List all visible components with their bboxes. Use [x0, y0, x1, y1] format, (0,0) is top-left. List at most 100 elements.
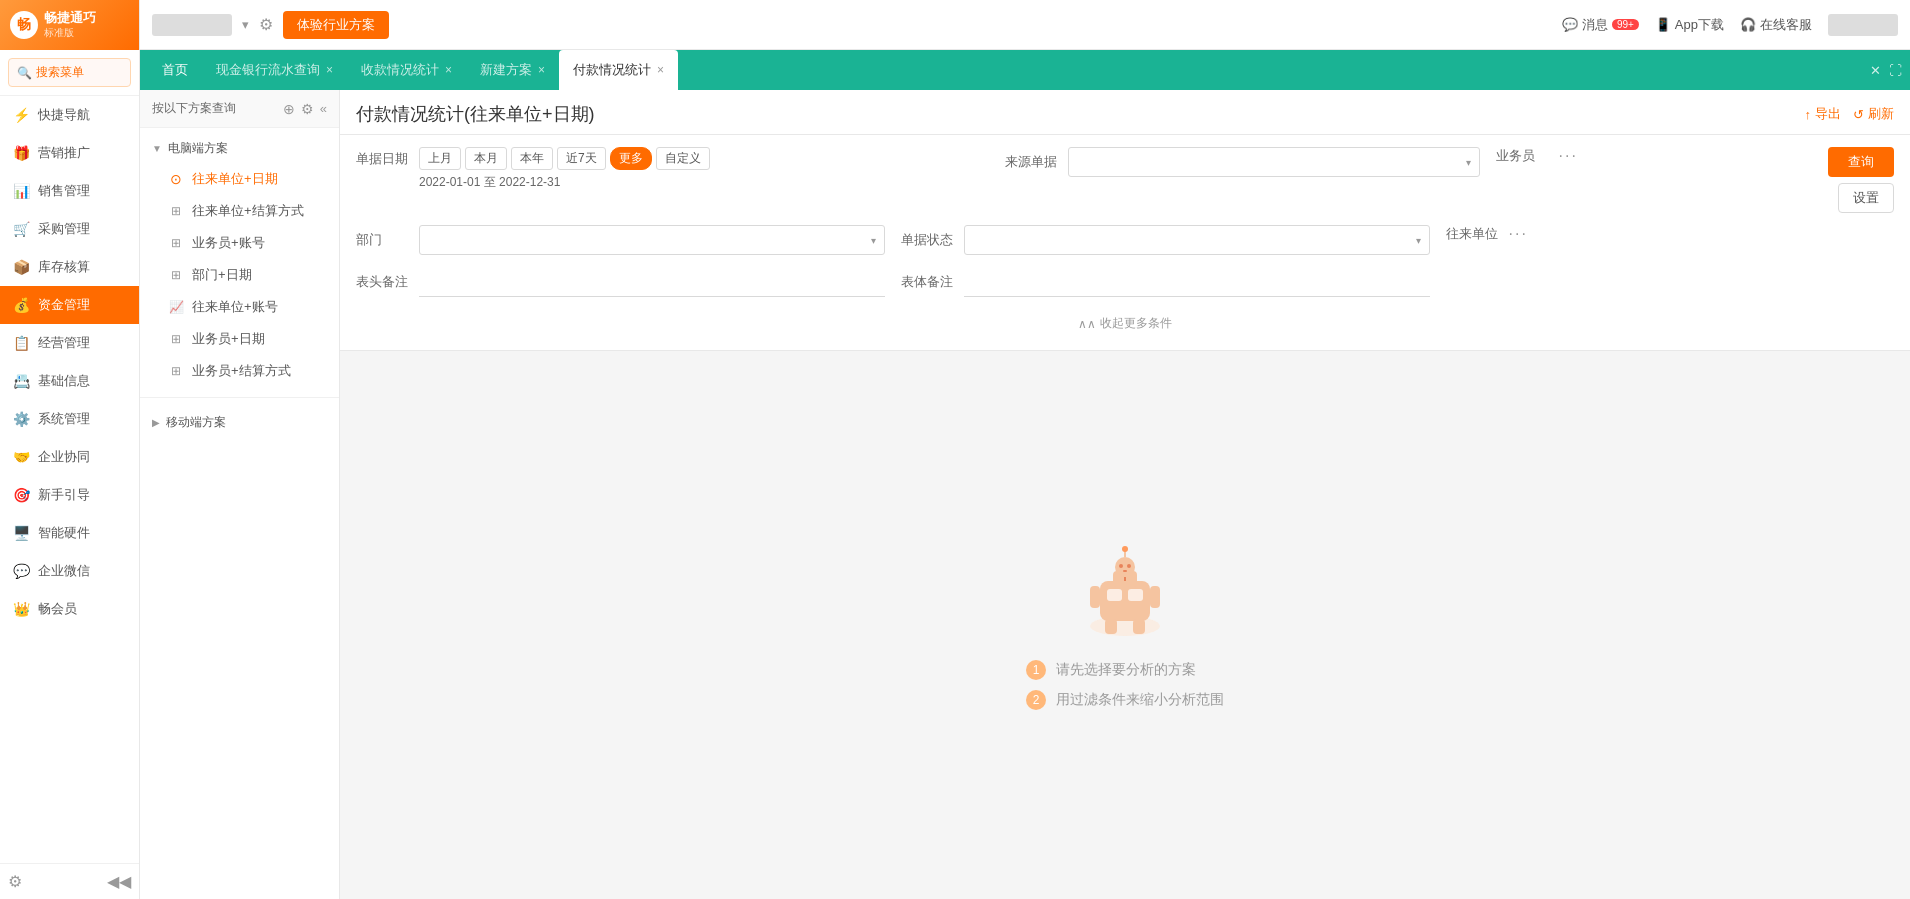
scheme-item-partner-settle[interactable]: ⊞ 往来单位+结算方式 [140, 195, 339, 227]
app-download-action[interactable]: 📱 App下载 [1655, 16, 1724, 34]
dept-select[interactable]: ▾ [419, 225, 885, 255]
page-header: 付款情况统计(往来单位+日期) ↑ 导出 ↺ 刷新 [340, 90, 1910, 135]
logo-text: 畅捷通巧 标准版 [44, 10, 96, 40]
online-service-action[interactable]: 🎧 在线客服 [1740, 16, 1812, 34]
trial-industry-button[interactable]: 体验行业方案 [283, 11, 389, 39]
tab-new-scheme[interactable]: 新建方案 × [466, 50, 559, 90]
scheme-group-mobile-label: 移动端方案 [166, 414, 226, 431]
operation-icon: 📋 [12, 334, 30, 352]
online-service-label: 在线客服 [1760, 16, 1812, 34]
filter-actions: 查询 设置 [1828, 147, 1894, 213]
svg-rect-8 [1123, 570, 1127, 572]
search-menu-button[interactable]: 🔍 搜索菜单 [8, 58, 131, 87]
collapse-scheme-panel-icon[interactable]: « [320, 101, 327, 116]
sidebar-item-operation[interactable]: 📋 经营管理 [0, 324, 139, 362]
scheme-item-partner-account[interactable]: 📈 往来单位+账号 [140, 291, 339, 323]
maximize-icon[interactable]: ⛶ [1889, 63, 1902, 78]
tab-payment-close[interactable]: × [657, 63, 664, 77]
svg-rect-2 [1107, 589, 1122, 601]
scheme-group-mobile-header[interactable]: ▶ 移动端方案 [140, 408, 339, 437]
setting-button[interactable]: 设置 [1838, 183, 1894, 213]
tab-new-scheme-close[interactable]: × [538, 63, 545, 77]
scheme-group-mobile: ▶ 移动端方案 [140, 402, 339, 443]
staff-filter-label: 业务员 [1496, 147, 1551, 165]
export-button[interactable]: ↑ 导出 [1805, 105, 1842, 123]
scheme-item-staff-settle[interactable]: ⊞ 业务员+结算方式 [140, 355, 339, 387]
sidebar-item-member[interactable]: 👑 畅会员 [0, 590, 139, 628]
tab-cashflow[interactable]: 现金银行流水查询 × [202, 50, 347, 90]
tab-payment-stats[interactable]: 付款情况统计 × [559, 50, 678, 90]
body-note-input[interactable] [964, 267, 1430, 297]
collapse-more-conditions-btn[interactable]: ∧∧ 收起更多条件 [1072, 309, 1178, 338]
scheme-item-staff-date[interactable]: ⊞ 业务员+日期 [140, 323, 339, 355]
sidebar-item-sales-label: 销售管理 [38, 182, 90, 200]
member-icon: 👑 [12, 600, 30, 618]
tab-receipt-close[interactable]: × [445, 63, 452, 77]
collapse-sidebar-icon[interactable]: ◀◀ [107, 872, 131, 891]
sidebar-item-wechat[interactable]: 💬 企业微信 [0, 552, 139, 590]
filter-source-item: 来源单据 ▾ [1005, 147, 1480, 177]
settings-footer-icon[interactable]: ⚙ [8, 872, 22, 891]
hint-text-1: 请先选择要分析的方案 [1056, 661, 1196, 679]
this-year-btn[interactable]: 本年 [511, 147, 553, 170]
scheme-item-staff-date-label: 业务员+日期 [192, 330, 265, 348]
sidebar-item-purchase[interactable]: 🛒 采购管理 [0, 210, 139, 248]
scheme-item-dept-date-label: 部门+日期 [192, 266, 252, 284]
filter-body-note-item: 表体备注 [901, 267, 1430, 297]
page-title: 付款情况统计(往来单位+日期) [356, 102, 595, 126]
custom-date-btn[interactable]: 自定义 [656, 147, 710, 170]
this-month-btn[interactable]: 本月 [465, 147, 507, 170]
tab-receipt-stats[interactable]: 收款情况统计 × [347, 50, 466, 90]
svg-rect-9 [1090, 586, 1100, 608]
more-date-btn[interactable]: 更多 [610, 147, 652, 170]
sales-icon: 📊 [12, 182, 30, 200]
topbar-user-info [1828, 14, 1898, 36]
sidebar-item-inventory[interactable]: 📦 库存核算 [0, 248, 139, 286]
sidebar-search-area: 🔍 搜索菜单 [0, 50, 139, 96]
sidebar-item-shortcut[interactable]: ⚡ 快捷导航 [0, 96, 139, 134]
sidebar-item-marketing[interactable]: 🎁 营销推广 [0, 134, 139, 172]
staff-select-dots[interactable]: ··· [1559, 147, 1578, 165]
topbar-dropdown-arrow[interactable]: ▾ [242, 17, 249, 32]
scheme-item-partner-date[interactable]: ⊙ 往来单位+日期 [140, 163, 339, 195]
header-note-input[interactable] [419, 267, 885, 297]
sidebar-item-capital-label: 资金管理 [38, 296, 90, 314]
collapse-chevron-icon: ∧∧ [1078, 317, 1096, 331]
sidebar-footer: ⚙ ◀◀ [0, 863, 139, 899]
tab-home[interactable]: 首页 [148, 50, 202, 90]
sidebar-item-hardware[interactable]: 🖥️ 智能硬件 [0, 514, 139, 552]
sidebar-item-enterprise[interactable]: 🤝 企业协同 [0, 438, 139, 476]
close-all-tabs-icon[interactable]: ✕ [1870, 63, 1881, 78]
right-panel: 付款情况统计(往来单位+日期) ↑ 导出 ↺ 刷新 [340, 90, 1910, 899]
sidebar-item-inventory-label: 库存核算 [38, 258, 90, 276]
doc-status-select[interactable]: ▾ [964, 225, 1430, 255]
filter-header-note-item: 表头备注 [356, 267, 885, 297]
svg-rect-12 [1133, 619, 1145, 634]
messages-action[interactable]: 💬 消息 99+ [1562, 16, 1639, 34]
query-button[interactable]: 查询 [1828, 147, 1894, 177]
scheme-item-staff-account[interactable]: ⊞ 业务员+账号 [140, 227, 339, 259]
sidebar-item-capital[interactable]: 💰 资金管理 [0, 286, 139, 324]
scheme-item-partner-date-label: 往来单位+日期 [192, 170, 278, 188]
scheme-settings-icon[interactable]: ⚙ [301, 101, 314, 117]
refresh-button[interactable]: ↺ 刷新 [1853, 105, 1894, 123]
sidebar-item-sales[interactable]: 📊 销售管理 [0, 172, 139, 210]
sidebar-item-guide[interactable]: 🎯 新手引导 [0, 476, 139, 514]
source-select[interactable]: ▾ [1068, 147, 1480, 177]
sidebar-item-basic[interactable]: 📇 基础信息 [0, 362, 139, 400]
filter-row-1: 单据日期 上月 本月 本年 近7天 更多 自定义 2022-01-0 [356, 147, 1894, 213]
last-7days-btn[interactable]: 近7天 [557, 147, 606, 170]
topbar-gear-icon[interactable]: ⚙ [259, 15, 273, 34]
last-month-btn[interactable]: 上月 [419, 147, 461, 170]
partner-select-dots[interactable]: ··· [1509, 225, 1528, 243]
scheme-group-desktop-header[interactable]: ▼ 电脑端方案 [140, 134, 339, 163]
scheme-item-partner-settle-label: 往来单位+结算方式 [192, 202, 304, 220]
topbar-actions: 💬 消息 99+ 📱 App下载 🎧 在线客服 [1562, 14, 1898, 36]
date-quick-buttons: 上月 本月 本年 近7天 更多 自定义 [419, 147, 710, 170]
scheme-item-dept-date[interactable]: ⊞ 部门+日期 [140, 259, 339, 291]
collapse-label: 收起更多条件 [1100, 315, 1172, 332]
tab-cashflow-close[interactable]: × [326, 63, 333, 77]
sidebar: 畅 畅捷通巧 标准版 🔍 搜索菜单 ⚡ 快捷导航 🎁 营销推广 📊 销售管理 🛒… [0, 0, 140, 899]
add-scheme-icon[interactable]: ⊕ [283, 101, 295, 117]
sidebar-item-system[interactable]: ⚙️ 系统管理 [0, 400, 139, 438]
